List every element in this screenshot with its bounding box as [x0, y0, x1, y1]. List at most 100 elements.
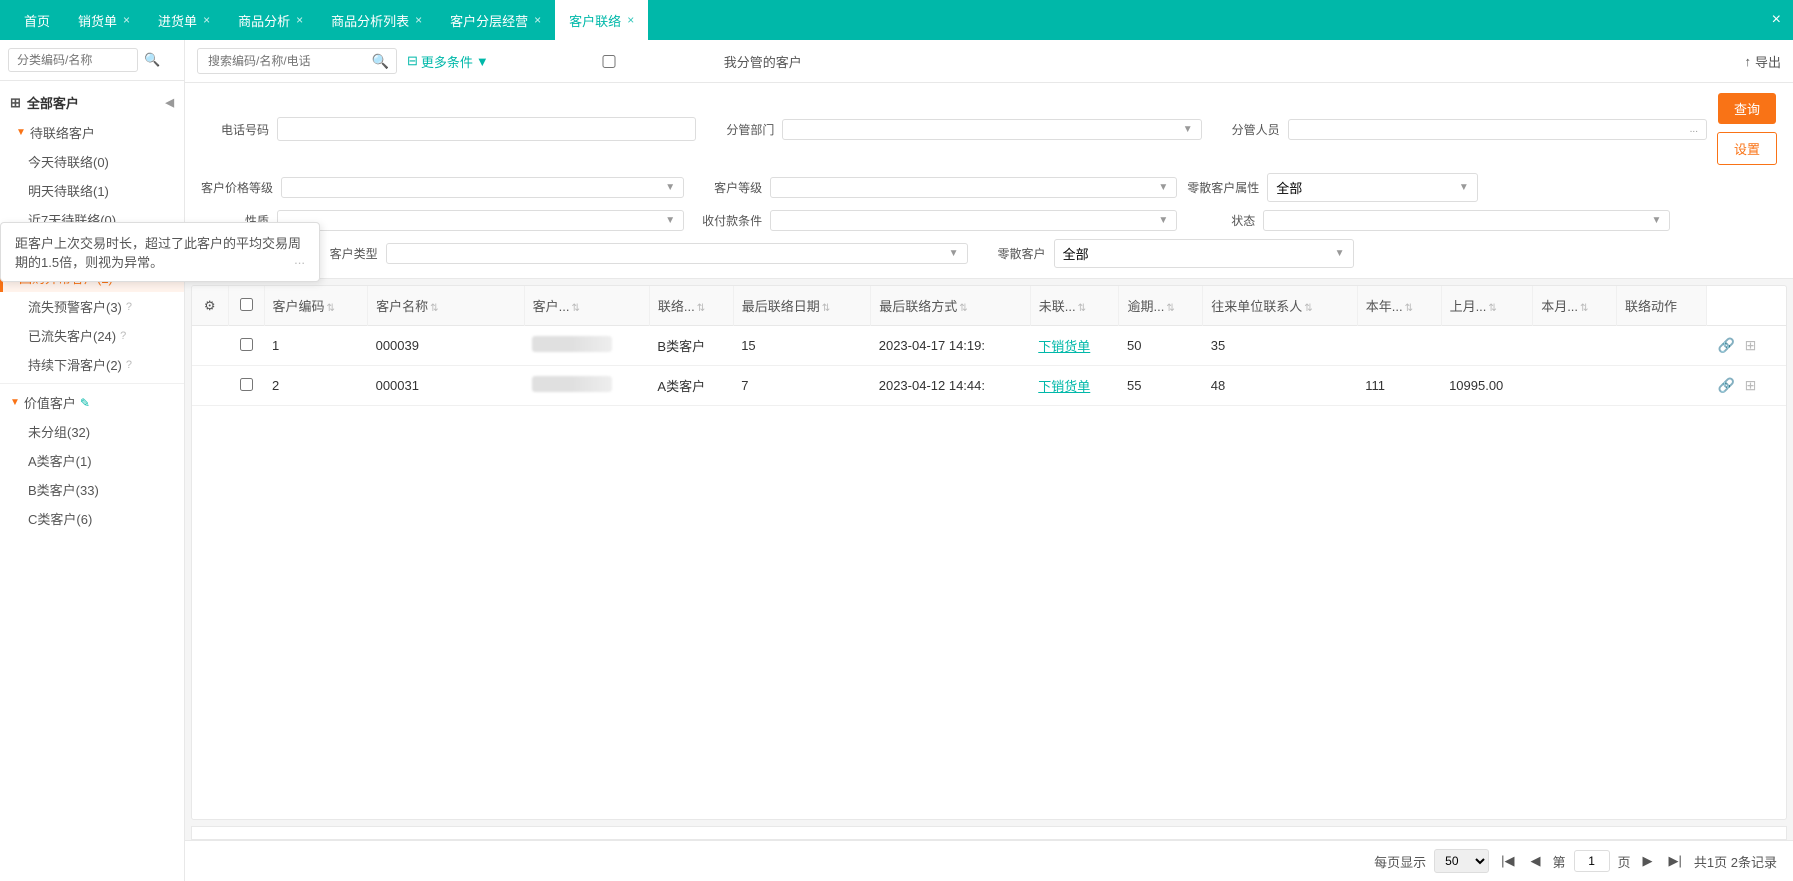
nav-sales[interactable]: 销货单 × — [64, 0, 144, 40]
col-last-date[interactable]: 最后联络日期⇅ — [733, 286, 871, 326]
sidebar-b-class[interactable]: B类客户(33) — [0, 475, 184, 504]
sidebar-divider — [0, 383, 184, 384]
nav-purchase-close[interactable]: × — [203, 13, 210, 27]
lost-pre-info-icon[interactable]: ? — [126, 301, 132, 313]
first-page-btn[interactable]: |◀ — [1497, 851, 1518, 871]
filter-payment-select[interactable]: ▼ — [770, 210, 1177, 231]
row2-method-link[interactable]: 下销货单 — [1038, 379, 1090, 394]
col-contact[interactable]: 联络...⇅ — [649, 286, 733, 326]
filter-customer-type-select[interactable]: ▼ — [386, 243, 968, 264]
nav-product-analysis-close[interactable]: × — [296, 13, 303, 27]
dept-caret-icon: ▼ — [1183, 124, 1193, 135]
nav-sales-close[interactable]: × — [123, 13, 130, 27]
col-type[interactable]: 客户...⇅ — [524, 286, 649, 326]
col-code[interactable]: 客户编码⇅ — [264, 286, 368, 326]
col-name[interactable]: 客户名称⇅ — [368, 286, 525, 326]
filter-retail-select[interactable]: 全部 ▼ — [1054, 239, 1354, 268]
col-overdue[interactable]: 逾期...⇅ — [1119, 286, 1203, 326]
row2-related: 111 — [1357, 366, 1441, 406]
tooltip-box: 距客户上次交易时长，超过了此客户的平均交易周期的1.5倍，则视为异常。 ... — [0, 222, 320, 282]
col-related[interactable]: 往来单位联系人⇅ — [1203, 286, 1357, 326]
page-label: 第 — [1553, 852, 1566, 871]
already-lost-info-icon[interactable]: ? — [120, 330, 126, 342]
col-settings[interactable]: ⚙ — [192, 286, 228, 326]
row1-checkbox[interactable] — [240, 338, 253, 351]
nav-product-analysis[interactable]: 商品分析 × — [224, 0, 317, 40]
search-icon[interactable]: 🔍 — [372, 53, 389, 70]
window-close-icon[interactable]: × — [1772, 11, 1781, 29]
nav-customer-contact-close[interactable]: × — [627, 13, 634, 27]
sidebar-search-icon[interactable]: 🔍 — [144, 52, 160, 68]
sidebar-declining[interactable]: 持续下滑客户(2) ? — [0, 350, 184, 379]
nav-purchase[interactable]: 进货单 × — [144, 0, 224, 40]
edit-icon[interactable]: ✎ — [80, 396, 90, 410]
filter-phone-input[interactable] — [277, 117, 696, 141]
my-customers-checkbox[interactable]: 我分管的客户 — [499, 52, 802, 71]
filter-retail-label: 零散客户 — [978, 245, 1046, 262]
nav-customer-tier-close[interactable]: × — [534, 13, 541, 27]
sidebar-lost-pre[interactable]: 流失预警客户(3) ? — [0, 292, 184, 321]
row2-menu-icon[interactable]: ⊞ — [1745, 377, 1757, 393]
sidebar-waiting-contact-group[interactable]: ▼ 待联络客户 — [0, 118, 184, 147]
select-all-checkbox[interactable] — [240, 298, 253, 311]
grid-icon: ⊞ — [10, 95, 21, 111]
my-customers-check[interactable] — [499, 55, 719, 68]
more-conditions-btn[interactable]: ⊟ 更多条件 ▼ — [407, 52, 489, 71]
sidebar-tomorrow[interactable]: 明天待联络(1) — [0, 176, 184, 205]
prev-page-btn[interactable]: ◀ — [1527, 851, 1545, 871]
filter-price-level-select[interactable]: ▼ — [281, 177, 684, 198]
sidebar-ungrouped[interactable]: 未分组(32) — [0, 417, 184, 446]
query-button[interactable]: 查询 — [1718, 93, 1776, 124]
col-this-month[interactable]: 本月...⇅ — [1533, 286, 1617, 326]
sidebar-all-customers[interactable]: ⊞ 全部客户 ◀ — [0, 87, 184, 118]
sidebar-c-class[interactable]: C类客户(6) — [0, 504, 184, 533]
row1-menu-icon[interactable]: ⊞ — [1745, 337, 1757, 353]
row2-check[interactable] — [228, 366, 264, 406]
sidebar-search-input[interactable] — [8, 48, 138, 72]
row2-link-icon[interactable]: 🔗 — [1718, 377, 1735, 393]
triangle-down2-icon: ▼ — [10, 397, 20, 408]
col-uncontacted[interactable]: 未联...⇅ — [1030, 286, 1119, 326]
row1-check[interactable] — [228, 326, 264, 366]
horizontal-scrollbar[interactable] — [191, 826, 1787, 840]
export-button[interactable]: ↑ 导出 — [1744, 52, 1781, 71]
filter-dept-select[interactable]: ▼ — [782, 119, 1201, 140]
sidebar-value-customers-group[interactable]: ▼ 价值客户 ✎ — [0, 388, 184, 417]
sidebar-already-lost[interactable]: 已流失客户(24) ? — [0, 321, 184, 350]
filter-retail-attr-select[interactable]: 全部 ▼ — [1267, 173, 1478, 202]
col-this-year[interactable]: 本年...⇅ — [1357, 286, 1441, 326]
filter-person-select[interactable]: ... — [1288, 119, 1707, 140]
nav-home[interactable]: 首页 — [10, 0, 64, 40]
sidebar-collapse-icon[interactable]: ◀ — [166, 96, 174, 109]
next-page-btn[interactable]: ▶ — [1639, 851, 1657, 871]
filter-level-select[interactable]: ▼ — [770, 177, 1177, 198]
page-input[interactable] — [1574, 850, 1610, 872]
row1-link-icon[interactable]: 🔗 — [1718, 337, 1735, 353]
filter-row-1: 电话号码 分管部门 ▼ 分管人员 ... — [201, 93, 1777, 165]
filter-gender-select[interactable]: ▼ — [277, 210, 684, 231]
settings-button[interactable]: 设置 — [1717, 132, 1777, 165]
col-last-month[interactable]: 上月...⇅ — [1441, 286, 1533, 326]
sidebar-today[interactable]: 今天待联络(0) — [0, 147, 184, 176]
sidebar-a-class[interactable]: A类客户(1) — [0, 446, 184, 475]
nav-product-list-close[interactable]: × — [415, 13, 422, 27]
page-size-select[interactable]: 10 20 50 100 — [1434, 849, 1489, 873]
tooltip-more-icon[interactable]: ... — [294, 252, 305, 267]
nav-product-list[interactable]: 商品分析列表 × — [317, 0, 436, 40]
col-check[interactable] — [228, 286, 264, 326]
nav-customer-contact[interactable]: 客户联络 × — [555, 0, 648, 40]
filter-payment-field: 收付款条件 ▼ — [694, 210, 1177, 231]
level-caret-icon: ▼ — [1158, 182, 1168, 193]
sort-type-icon: ⇅ — [572, 303, 580, 314]
nav-customer-tier[interactable]: 客户分层经营 × — [436, 0, 555, 40]
filter-status-select[interactable]: ▼ — [1263, 210, 1670, 231]
row2-uncontacted: 55 — [1119, 366, 1203, 406]
row2-checkbox[interactable] — [240, 378, 253, 391]
row1-last-date: 2023-04-17 14:19: — [871, 326, 1031, 366]
row1-method-link[interactable]: 下销货单 — [1038, 339, 1090, 354]
row1-uncontacted: 50 — [1119, 326, 1203, 366]
col-last-method[interactable]: 最后联络方式⇅ — [871, 286, 1031, 326]
last-page-btn[interactable]: ▶| — [1665, 851, 1686, 871]
search-input[interactable] — [197, 48, 397, 74]
declining-info-icon[interactable]: ? — [126, 359, 132, 371]
